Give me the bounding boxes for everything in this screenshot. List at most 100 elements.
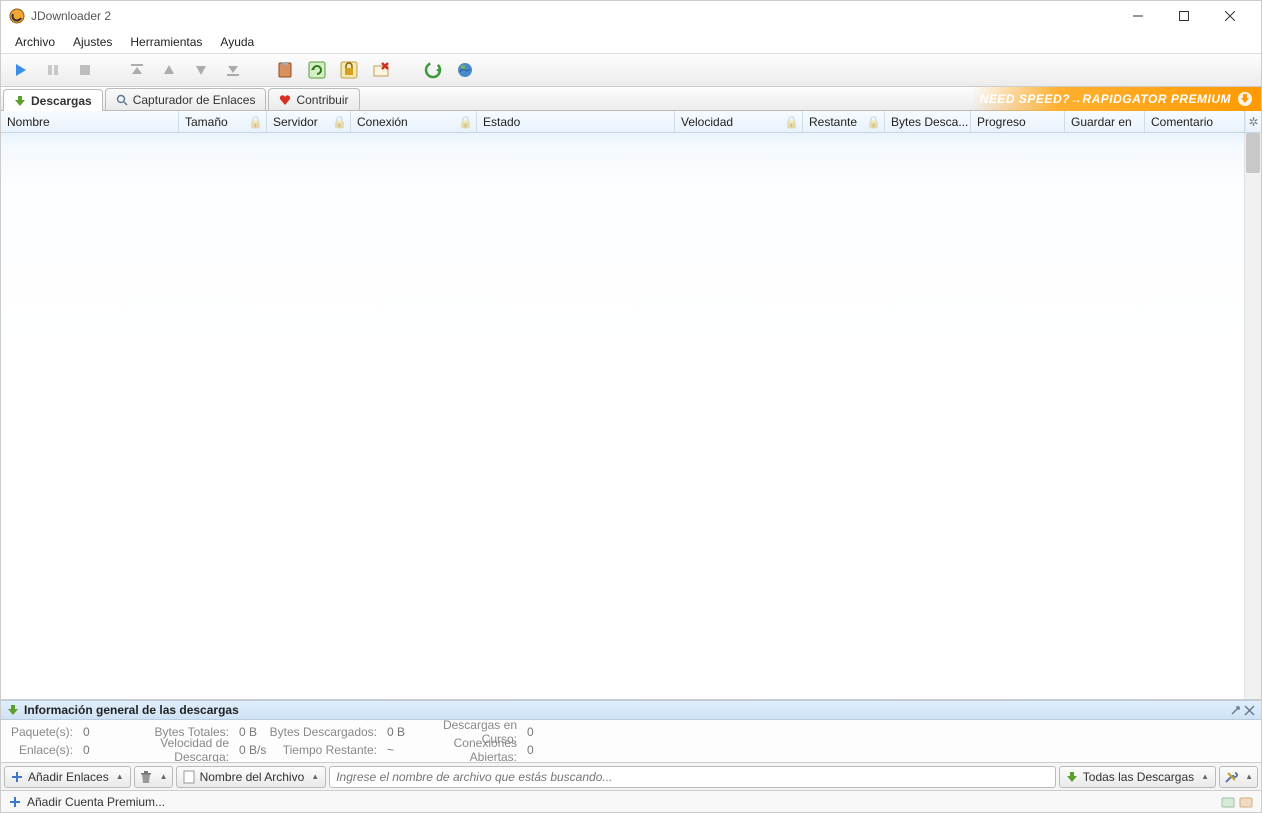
status-icon-1[interactable] <box>1221 795 1235 809</box>
lock-icon: 🔒 <box>248 115 263 129</box>
panel-detach-button[interactable] <box>1230 705 1241 716</box>
download-icon <box>1066 771 1078 783</box>
move-bottom-button[interactable] <box>219 56 247 84</box>
promo-download-icon <box>1237 91 1253 107</box>
column-headers: Nombre Tamaño🔒 Servidor🔒 Conexión🔒 Estad… <box>1 111 1261 133</box>
add-premium-link[interactable]: Añadir Cuenta Premium... <box>27 795 165 809</box>
search-input[interactable] <box>329 766 1056 788</box>
add-links-button[interactable]: Añadir Enlaces ▲ <box>4 766 131 788</box>
close-button[interactable] <box>1207 1 1253 31</box>
lock-icon: 🔒 <box>458 115 473 129</box>
auto-reconnect-button[interactable] <box>303 56 331 84</box>
stats-panel: Paquete(s): 0 Bytes Totales: 0 B Bytes D… <box>1 720 1261 762</box>
remove-button[interactable] <box>367 56 395 84</box>
col-comentario[interactable]: Comentario <box>1145 111 1245 132</box>
col-nombre[interactable]: Nombre <box>1 111 179 132</box>
tab-label: Capturador de Enlaces <box>133 93 256 107</box>
move-up-button[interactable] <box>155 56 183 84</box>
stat-value: ~ <box>377 743 411 757</box>
panel-icon <box>7 704 19 716</box>
dropdown-icon: ▲ <box>311 772 319 781</box>
col-guardar[interactable]: Guardar en <box>1065 111 1145 132</box>
view-filter-button[interactable]: Todas las Descargas ▲ <box>1059 766 1216 788</box>
stat-value: 0 <box>73 743 125 757</box>
button-label: Añadir Enlaces <box>28 770 109 784</box>
button-label: Nombre del Archivo <box>200 770 305 784</box>
info-panel-header: Información general de las descargas <box>1 700 1261 720</box>
window-title: JDownloader 2 <box>31 9 111 23</box>
minimize-button[interactable] <box>1115 1 1161 31</box>
dropdown-icon: ▲ <box>116 772 124 781</box>
menu-herramientas[interactable]: Herramientas <box>122 33 210 51</box>
pause-button[interactable] <box>39 56 67 84</box>
tabbar: Descargas Capturador de Enlaces Contribu… <box>1 87 1261 111</box>
clipboard-button[interactable] <box>271 56 299 84</box>
menu-ayuda[interactable]: Ayuda <box>212 33 262 51</box>
col-progreso[interactable]: Progreso <box>971 111 1065 132</box>
stat-value: 0 B/s <box>229 743 269 757</box>
promo-banner[interactable]: NEED SPEED?→RAPIDGATOR PREMIUM <box>972 87 1261 111</box>
tab-label: Contribuir <box>296 93 348 107</box>
play-button[interactable] <box>7 56 35 84</box>
premium-button[interactable] <box>335 56 363 84</box>
menubar: Archivo Ajustes Herramientas Ayuda <box>1 31 1261 53</box>
trash-icon <box>139 770 153 784</box>
move-top-button[interactable] <box>123 56 151 84</box>
app-icon <box>9 8 25 24</box>
lock-icon: 🔒 <box>332 115 347 129</box>
stop-button[interactable] <box>71 56 99 84</box>
stat-label: Paquete(s): <box>9 725 73 739</box>
status-icon-2[interactable] <box>1239 795 1253 809</box>
stat-value: 0 <box>517 743 534 757</box>
stat-label: Velocidad de Descarga: <box>125 736 229 764</box>
panel-close-button[interactable] <box>1244 705 1255 716</box>
col-tamano[interactable]: Tamaño🔒 <box>179 111 267 132</box>
titlebar: JDownloader 2 <box>1 1 1261 31</box>
stat-value: 0 B <box>229 725 269 739</box>
status-bar: Añadir Cuenta Premium... <box>1 790 1261 812</box>
move-down-button[interactable] <box>187 56 215 84</box>
col-restante[interactable]: Restante🔒 <box>803 111 885 132</box>
promo-text: NEED SPEED?→RAPIDGATOR PREMIUM <box>980 92 1231 106</box>
tab-capturador[interactable]: Capturador de Enlaces <box>105 88 267 110</box>
tools-icon <box>1224 770 1238 784</box>
scrollbar[interactable] <box>1244 133 1261 699</box>
tab-contribuir[interactable]: Contribuir <box>268 88 359 110</box>
stat-label: Bytes Descargados: <box>269 725 377 739</box>
reconnect-button[interactable] <box>419 56 447 84</box>
scrollbar-thumb[interactable] <box>1246 133 1260 173</box>
stat-value: 0 B <box>377 725 411 739</box>
stat-value: 0 <box>73 725 125 739</box>
col-servidor[interactable]: Servidor🔒 <box>267 111 351 132</box>
menu-archivo[interactable]: Archivo <box>7 33 63 51</box>
file-icon <box>183 770 195 784</box>
trash-button[interactable]: ▲ <box>134 766 173 788</box>
action-bar: Añadir Enlaces ▲ ▲ Nombre del Archivo ▲ … <box>1 762 1261 790</box>
col-velocidad[interactable]: Velocidad🔒 <box>675 111 803 132</box>
heart-icon <box>279 94 291 106</box>
settings-button[interactable]: ▲ <box>1219 766 1258 788</box>
tab-label: Descargas <box>31 94 92 108</box>
linkgrabber-icon <box>116 94 128 106</box>
dropdown-icon: ▲ <box>1245 772 1253 781</box>
download-list <box>1 133 1261 700</box>
button-label: Todas las Descargas <box>1083 770 1194 784</box>
dropdown-icon: ▲ <box>1201 772 1209 781</box>
menu-ajustes[interactable]: Ajustes <box>65 33 120 51</box>
toolbar <box>1 53 1261 87</box>
stat-label: Tiempo Restante: <box>269 743 377 757</box>
panel-title: Información general de las descargas <box>24 703 239 717</box>
stat-value: 0 <box>517 725 534 739</box>
columns-config-button[interactable]: ✲ <box>1245 111 1261 132</box>
col-bytes[interactable]: Bytes Desca... <box>885 111 971 132</box>
dropdown-icon: ▲ <box>160 772 168 781</box>
plus-icon <box>9 796 21 808</box>
col-conexion[interactable]: Conexión🔒 <box>351 111 477 132</box>
col-estado[interactable]: Estado <box>477 111 675 132</box>
maximize-button[interactable] <box>1161 1 1207 31</box>
update-button[interactable] <box>451 56 479 84</box>
tab-descargas[interactable]: Descargas <box>3 89 103 111</box>
download-icon <box>14 95 26 107</box>
stat-label: Conexiones Abiertas: <box>411 736 517 764</box>
filter-type-button[interactable]: Nombre del Archivo ▲ <box>176 766 327 788</box>
